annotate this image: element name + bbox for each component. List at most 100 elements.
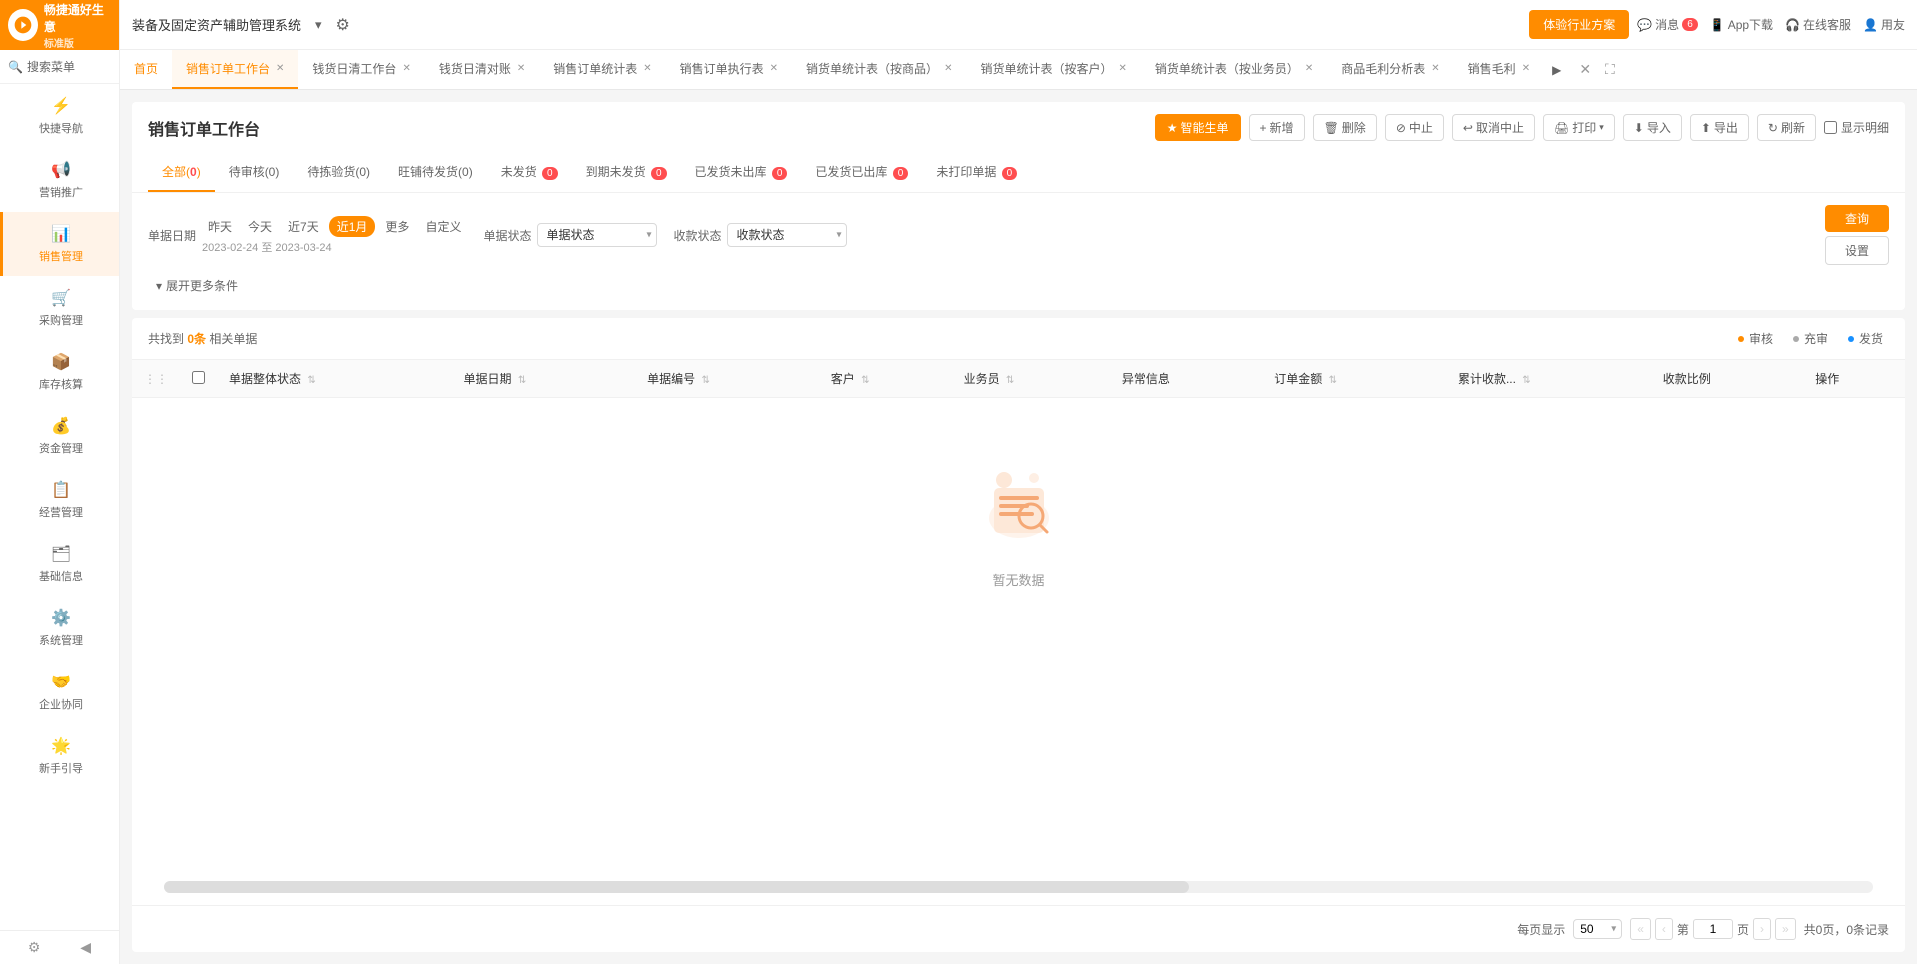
tab-more-btn[interactable]: ▶ <box>1544 53 1569 87</box>
per-page-select[interactable]: 50 10 20 100 <box>1573 919 1622 939</box>
select-all-checkbox[interactable] <box>192 371 205 384</box>
pagination-first-btn[interactable]: « <box>1630 918 1651 940</box>
sidebar-item-marketing[interactable]: 📢 营销推广 <box>0 148 119 212</box>
sidebar-item-basicinfo[interactable]: 🗂 基础信息 <box>0 532 119 596</box>
smart-generate-button[interactable]: ★ 智能生单 <box>1155 114 1241 141</box>
tab-sales-stats[interactable]: 销售订单统计表 ✕ <box>539 50 665 89</box>
set-button[interactable]: 设置 <box>1825 236 1889 265</box>
tab-close-icon[interactable]: ✕ <box>402 63 410 74</box>
new-button[interactable]: + 新增 <box>1249 114 1305 141</box>
stop-button[interactable]: ⊘ 中止 <box>1385 114 1444 141</box>
filter-tab-all[interactable]: 全部(0) <box>148 153 215 192</box>
refresh-button[interactable]: ↻ 刷新 <box>1757 114 1816 141</box>
sidebar-item-operations[interactable]: 📋 经营管理 <box>0 468 119 532</box>
expand-more-btn[interactable]: ▾ 展开更多条件 <box>148 273 1889 298</box>
tab-sales-exec[interactable]: 销售订单执行表 ✕ <box>666 50 792 89</box>
filter-tab-shipped-out[interactable]: 已发货已出库 0 <box>801 153 922 192</box>
sort-icon[interactable]: ⇅ <box>701 375 709 386</box>
sidebar-item-system[interactable]: ⚙️ 系统管理 <box>0 596 119 660</box>
sort-icon[interactable]: ⇅ <box>1522 375 1530 386</box>
online-service-action[interactable]: 🎧 在线客服 <box>1785 16 1851 33</box>
date-btn-today[interactable]: 今天 <box>242 216 278 237</box>
result-header: 共找到 0条 相关单据 审核 充审 发货 <box>132 318 1905 360</box>
import-button[interactable]: ⬇ 导入 <box>1623 114 1682 141</box>
topbar-gear-icon[interactable]: ⚙ <box>336 15 350 35</box>
th-check[interactable] <box>180 360 217 398</box>
filter-tab-not-shipped[interactable]: 未发货 0 <box>487 153 572 192</box>
date-btn-custom[interactable]: 自定义 <box>419 216 467 237</box>
tab-margin[interactable]: 商品毛利分析表 ✕ <box>1327 50 1453 89</box>
tab-close-all-icon[interactable]: ✕ <box>1573 57 1597 82</box>
app-download-action[interactable]: 📱 App下载 <box>1710 16 1773 33</box>
collapse-icon[interactable]: ◀ <box>80 939 91 956</box>
cancel-review-btn[interactable]: 充审 <box>1787 328 1834 349</box>
tab-close-icon[interactable]: ✕ <box>1522 63 1530 74</box>
sidebar-item-quicknav[interactable]: ⚡ 快捷导航 <box>0 84 119 148</box>
tab-cash-reconcile[interactable]: 钱货日清对账 ✕ <box>425 50 539 89</box>
page-input[interactable] <box>1693 919 1733 939</box>
message-action[interactable]: 💬 消息 6 <box>1637 16 1698 33</box>
show-detail-checkbox[interactable]: 显示明细 <box>1824 119 1889 136</box>
review-btn[interactable]: 审核 <box>1732 328 1779 349</box>
pagination-next-btn[interactable]: › <box>1753 918 1771 940</box>
tab-home[interactable]: 首页 <box>120 50 172 89</box>
sort-icon[interactable]: ⇅ <box>307 375 315 386</box>
sidebar-item-sales[interactable]: 📊 销售管理 <box>0 212 119 276</box>
sort-icon[interactable]: ⇅ <box>1329 375 1337 386</box>
settings-icon[interactable]: ⚙ <box>28 939 41 956</box>
delete-button[interactable]: 🗑 删除 <box>1313 114 1377 141</box>
page-header-actions: ★ 智能生单 + 新增 🗑 删除 ⊘ 中止 <box>1155 114 1889 141</box>
filter-tab-overdue[interactable]: 到期未发货 0 <box>572 153 681 192</box>
tab-sales-staff[interactable]: 销货单统计表（按业务员） ✕ <box>1141 50 1327 89</box>
date-btn-more[interactable]: 更多 <box>379 216 415 237</box>
scrollbar-track[interactable] <box>164 881 1873 893</box>
cancel-stop-button[interactable]: ↩ 取消中止 <box>1452 114 1535 141</box>
export-button[interactable]: ⬆ 导出 <box>1690 114 1749 141</box>
tab-close-icon[interactable]: ✕ <box>276 63 284 74</box>
sidebar-item-cooperation[interactable]: 🤝 企业协同 <box>0 660 119 724</box>
tab-close-icon[interactable]: ✕ <box>944 63 952 74</box>
tab-close-icon[interactable]: ✕ <box>1305 63 1313 74</box>
sidebar-item-newbie[interactable]: 🌟 新手引导 <box>0 724 119 788</box>
sort-icon[interactable]: ⇅ <box>518 375 526 386</box>
filter-tab-not-printed[interactable]: 未打印单据 0 <box>922 153 1031 192</box>
experience-button[interactable]: 体验行业方案 <box>1529 10 1629 39</box>
sort-icon[interactable]: ⇅ <box>1006 375 1014 386</box>
date-btn-1month[interactable]: 近1月 <box>329 216 376 237</box>
pagination-prev-btn[interactable]: ‹ <box>1655 918 1673 940</box>
tab-sales-profit[interactable]: 销售毛利 ✕ <box>1454 50 1544 89</box>
date-filter: 单据日期 昨天 今天 近7天 近1月 更多 自定义 2023-02-24 至 2… <box>148 216 467 255</box>
status-select[interactable]: 单据状态 <box>537 223 657 247</box>
scrollbar-thumb[interactable] <box>164 881 1189 893</box>
query-button[interactable]: 查询 <box>1825 205 1889 232</box>
tab-close-icon[interactable]: ✕ <box>1431 63 1439 74</box>
tab-sales-workbench[interactable]: 销售订单工作台 ✕ <box>172 50 298 89</box>
sidebar-item-purchase[interactable]: 🛒 采购管理 <box>0 276 119 340</box>
ship-btn[interactable]: 发货 <box>1842 328 1889 349</box>
tab-close-icon[interactable]: ✕ <box>1118 63 1126 74</box>
sidebar-search[interactable]: 🔍 搜索菜单 <box>0 50 119 84</box>
tab-maximize-icon[interactable]: ⛶ <box>1599 57 1621 82</box>
filter-tab-shipped-not-out[interactable]: 已发货未出库 0 <box>681 153 802 192</box>
pagination-last-btn[interactable]: » <box>1775 918 1796 940</box>
date-btn-yesterday[interactable]: 昨天 <box>202 216 238 237</box>
show-detail-input[interactable] <box>1824 121 1837 134</box>
sidebar-item-finance[interactable]: 💰 资金管理 <box>0 404 119 468</box>
tab-close-icon[interactable]: ✕ <box>770 63 778 74</box>
print-button[interactable]: 🖨 打印 ▾ <box>1543 114 1615 141</box>
sort-icon[interactable]: ⇅ <box>861 375 869 386</box>
filter-tab-pending-check[interactable]: 待拣验货(0) <box>293 153 384 192</box>
filter-tab-wangpu[interactable]: 旺铺待发货(0) <box>384 153 487 192</box>
tab-cash-daily[interactable]: 钱货日清工作台 ✕ <box>298 50 424 89</box>
tab-close-icon[interactable]: ✕ <box>517 63 525 74</box>
user-action[interactable]: 👤 用友 <box>1863 16 1905 33</box>
payment-select[interactable]: 收款状态 <box>727 223 847 247</box>
system-dropdown[interactable]: ▾ <box>309 15 328 35</box>
th-status: 单据整体状态 ⇅ <box>217 360 451 398</box>
filter-tab-pending-review[interactable]: 待审核(0) <box>215 153 294 192</box>
tab-close-icon[interactable]: ✕ <box>643 63 651 74</box>
tab-sales-product[interactable]: 销货单统计表（按商品） ✕ <box>792 50 966 89</box>
date-btn-7days[interactable]: 近7天 <box>282 216 325 237</box>
sidebar-item-inventory[interactable]: 📦 库存核算 <box>0 340 119 404</box>
tab-sales-customer[interactable]: 销货单统计表（按客户） ✕ <box>966 50 1140 89</box>
